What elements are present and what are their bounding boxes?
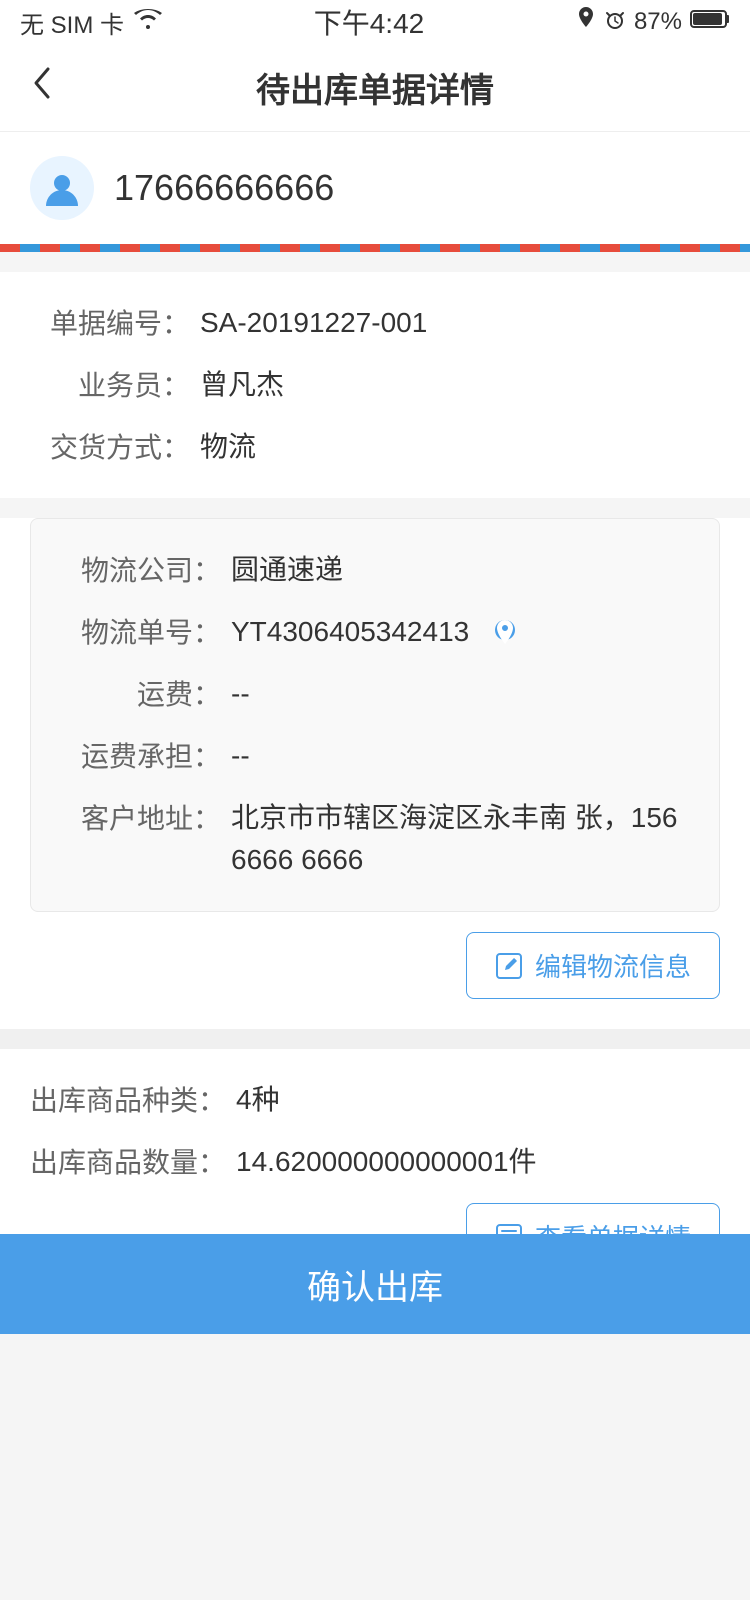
status-time: 下午4:42 [314, 2, 425, 42]
tracking-label: 物流单号： [61, 611, 221, 651]
address-row: 客户地址： 北京市市辖区海淀区永丰南 张，156 6666 6666 [61, 797, 689, 881]
delivery-method-row: 交货方式： 物流 [30, 426, 720, 468]
customer-phone: 17666666666 [114, 167, 334, 209]
salesperson-row: 业务员： 曾凡杰 [30, 364, 720, 406]
freight-bearer-row: 运费承担： -- [61, 735, 689, 777]
alarm-icon [604, 8, 626, 37]
logistics-company-value: 圆通速递 [221, 549, 689, 591]
logistics-company-label: 物流公司： [61, 549, 221, 589]
customer-header: 17666666666 [0, 132, 750, 244]
salesperson-label: 业务员： [30, 364, 190, 404]
goods-qty-row: 出库商品数量： 14.620000000000001件 [30, 1141, 720, 1183]
battery-text: 87% [634, 8, 682, 36]
wifi-icon [134, 8, 162, 36]
dashed-divider [0, 244, 750, 252]
tracking-location-icon[interactable] [485, 612, 525, 652]
back-button[interactable] [30, 63, 90, 112]
logistics-card: 物流公司： 圆通速递 物流单号： YT43064053424​13 [30, 518, 720, 912]
goods-type-row: 出库商品种类： 4种 [30, 1079, 720, 1121]
goods-type-label: 出库商品种类： [30, 1079, 226, 1119]
nav-bar: 待出库单据详情 [0, 44, 750, 132]
status-bar: 无 SIM 卡 下午4:42 [0, 0, 750, 44]
customer-avatar [30, 156, 94, 220]
document-number-row: 单据编号： SA-20191227-001 [30, 302, 720, 344]
goods-qty-label: 出库商品数量： [30, 1141, 226, 1181]
freight-value: -- [221, 673, 689, 715]
status-right: 87% [576, 7, 730, 38]
salesperson-value: 曾凡杰 [190, 364, 720, 406]
edit-logistics-section: 编辑物流信息 [30, 932, 720, 999]
edit-logistics-button[interactable]: 编辑物流信息 [466, 932, 720, 999]
logistics-company-row: 物流公司： 圆通速递 [61, 549, 689, 591]
document-number-value: SA-20191227-001 [190, 302, 720, 344]
tracking-row: 物流单号： YT43064053424​13 [61, 611, 689, 653]
delivery-method-value: 物流 [190, 426, 720, 468]
page-title: 待出库单据详情 [256, 63, 494, 112]
tracking-number: YT43064053424​13 [231, 611, 469, 653]
basic-info-section: 单据编号： SA-20191227-001 业务员： 曾凡杰 交货方式： 物流 [0, 272, 750, 498]
confirm-label: 确认出库 [307, 1260, 443, 1309]
freight-bearer-value: -- [221, 735, 689, 777]
edit-logistics-label: 编辑物流信息 [535, 947, 691, 984]
tracking-value: YT43064053424​13 [221, 611, 689, 653]
confirm-button[interactable]: 确认出库 [0, 1234, 750, 1334]
address-label: 客户地址： [61, 797, 221, 837]
document-number-label: 单据编号： [30, 302, 190, 342]
delivery-method-label: 交货方式： [30, 426, 190, 466]
carrier-text: 无 SIM 卡 [20, 5, 124, 40]
goods-type-value: 4种 [226, 1079, 720, 1121]
logistics-section: 物流公司： 圆通速递 物流单号： YT43064053424​13 [0, 518, 750, 1029]
freight-label: 运费： [61, 673, 221, 713]
status-left: 无 SIM 卡 [20, 5, 162, 40]
freight-bearer-label: 运费承担： [61, 735, 221, 775]
address-value: 北京市市辖区海淀区永丰南 张，156 6666 6666 [221, 797, 689, 881]
location-status-icon [576, 7, 596, 38]
goods-qty-value: 14.620000000000001件 [226, 1141, 720, 1183]
battery-icon [690, 8, 730, 37]
section-separator [0, 1029, 750, 1049]
freight-row: 运费： -- [61, 673, 689, 715]
